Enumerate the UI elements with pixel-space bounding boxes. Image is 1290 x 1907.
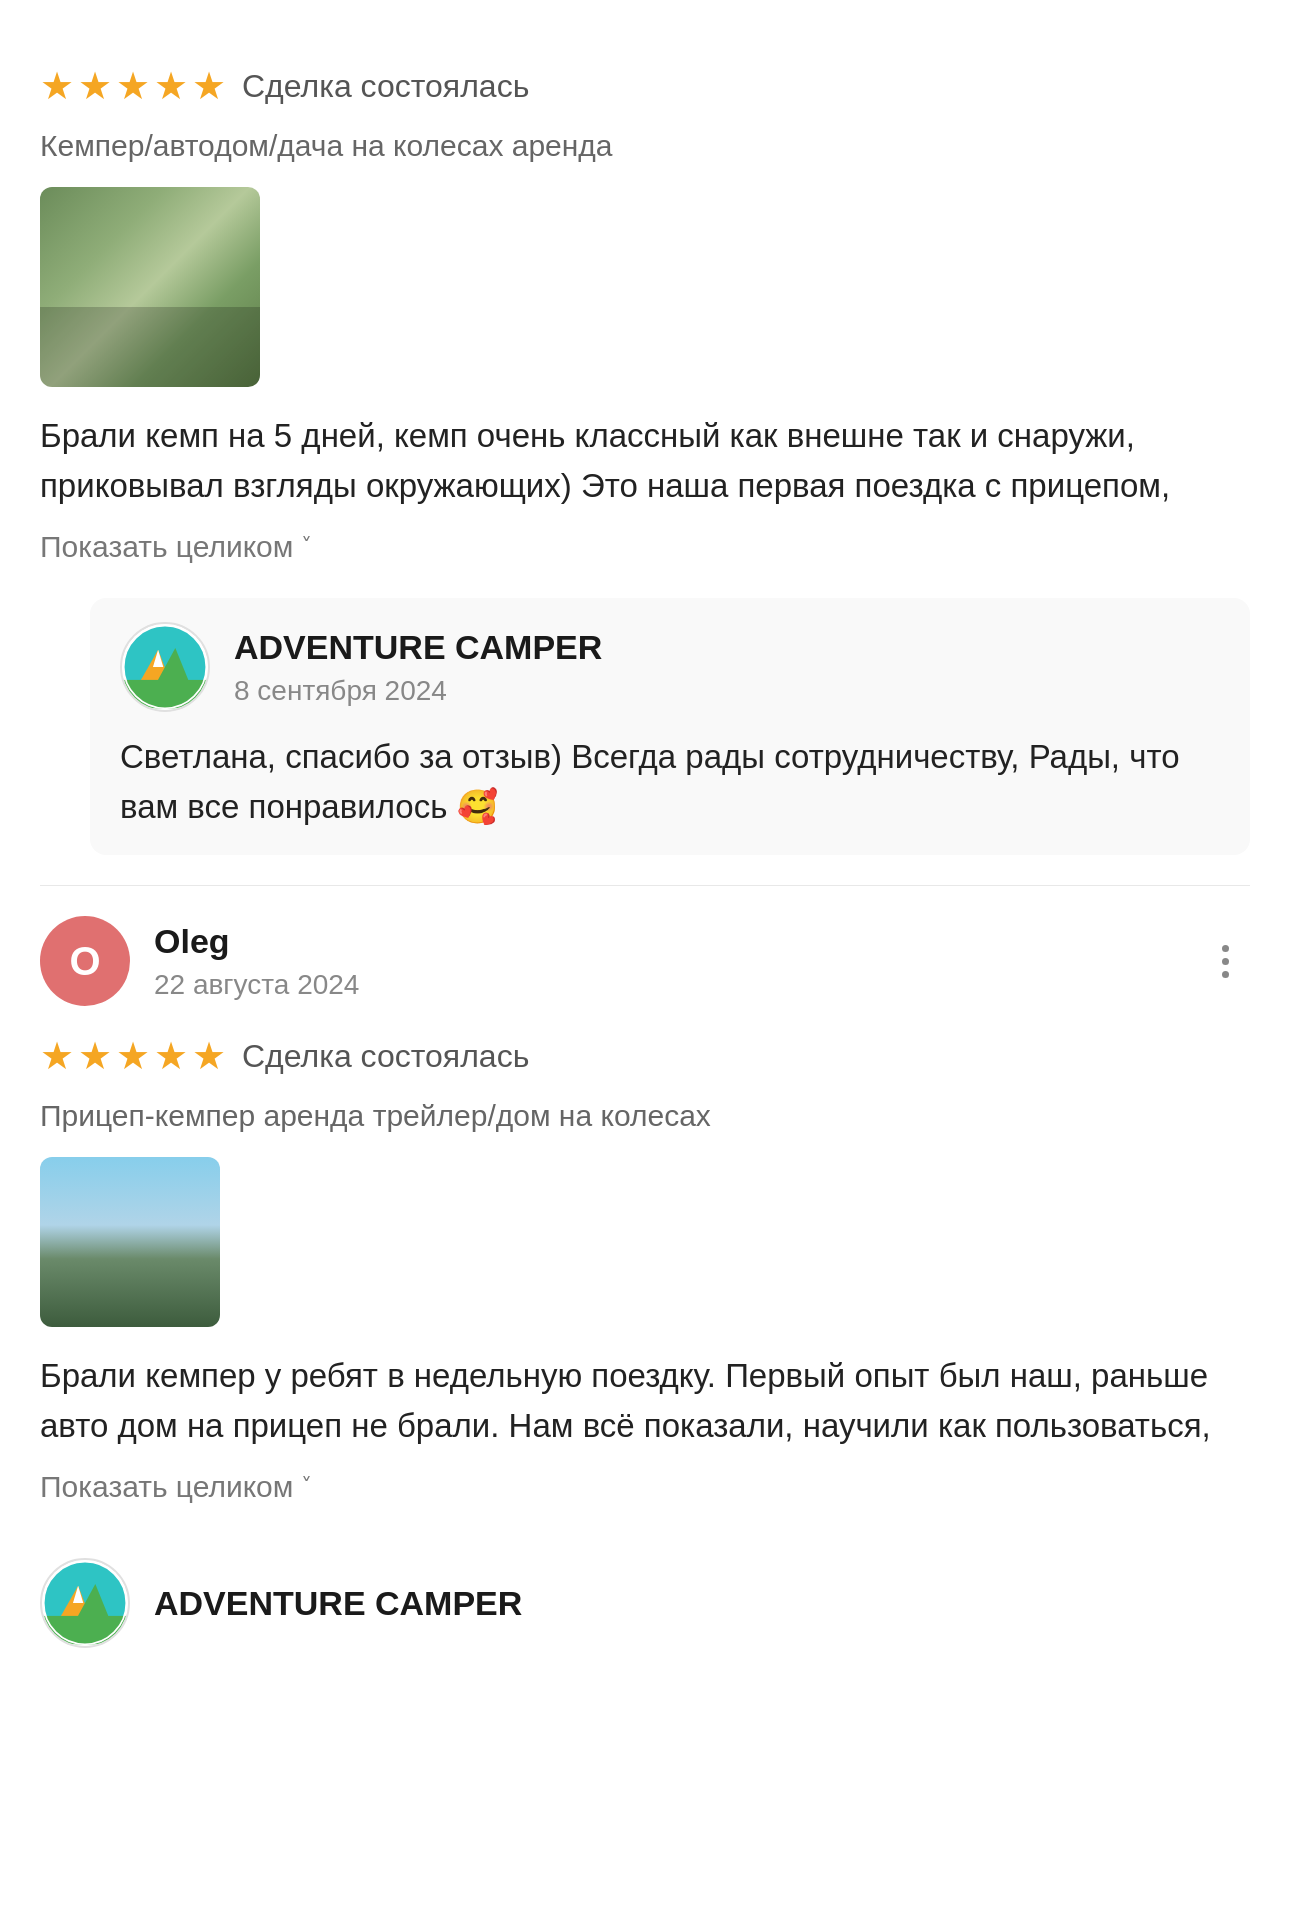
show-more-2[interactable]: Показать целиком ˅ <box>40 1466 1250 1508</box>
dot-3 <box>1222 971 1229 978</box>
deal-status-2: Сделка состоялась <box>242 1034 529 1079</box>
dot-1 <box>1222 945 1229 952</box>
page-container: ★ ★ ★ ★ ★ Сделка состоялась Кемпер/автод… <box>0 0 1290 1708</box>
review-block-2: O Oleg 22 августа 2024 ★ ★ ★ ★ ★ Сделка … <box>40 886 1250 1678</box>
response-name-block-1: ADVENTURE CAMPER 8 сентября 2024 <box>234 624 602 711</box>
reviewer-header-2: O Oleg 22 августа 2024 <box>40 916 1250 1006</box>
dot-2 <box>1222 958 1229 965</box>
service-name-1: Кемпер/автодом/дача на колесах аренда <box>40 125 1250 167</box>
adventure-camper-avatar-1 <box>120 622 210 712</box>
star-1: ★ <box>40 60 74 113</box>
stars-2: ★ ★ ★ ★ ★ <box>40 1030 226 1083</box>
response-text-1: Светлана, спасибо за отзыв) Всегда рады … <box>120 732 1220 831</box>
response-header-1: ADVENTURE CAMPER 8 сентября 2024 <box>120 622 1220 712</box>
stars-1: ★ ★ ★ ★ ★ <box>40 60 226 113</box>
star-2-4: ★ <box>154 1030 188 1083</box>
reviewer-info-2: Oleg 22 августа 2024 <box>154 918 1176 1005</box>
star-2: ★ <box>78 60 112 113</box>
stars-row-1: ★ ★ ★ ★ ★ Сделка состоялась <box>40 60 1250 113</box>
show-more-1[interactable]: Показать целиком ˅ <box>40 526 1250 568</box>
review-photo-2 <box>40 1157 220 1327</box>
adventure-camper-avatar-2 <box>40 1558 130 1648</box>
deal-status-1: Сделка состоялась <box>242 64 529 109</box>
star-2-3: ★ <box>116 1030 150 1083</box>
star-2-2: ★ <box>78 1030 112 1083</box>
review-photo-1 <box>40 187 260 387</box>
star-5: ★ <box>192 60 226 113</box>
star-4: ★ <box>154 60 188 113</box>
partial-response-header: ADVENTURE CAMPER <box>40 1538 1250 1648</box>
service-name-2: Прицеп-кемпер аренда трейлер/дом на коле… <box>40 1095 1250 1137</box>
show-more-label-2: Показать целиком <box>40 1466 293 1508</box>
reviewer-initial-2: O <box>69 933 100 989</box>
more-options-button-2[interactable] <box>1200 936 1250 986</box>
review-block-1: ★ ★ ★ ★ ★ Сделка состоялась Кемпер/автод… <box>40 30 1250 886</box>
star-3: ★ <box>116 60 150 113</box>
star-2-5: ★ <box>192 1030 226 1083</box>
show-more-label-1: Показать целиком <box>40 526 293 568</box>
reviewer-date-2: 22 августа 2024 <box>154 965 1176 1004</box>
response-date-1: 8 сентября 2024 <box>234 671 602 710</box>
star-2-1: ★ <box>40 1030 74 1083</box>
svg-rect-5 <box>124 680 207 708</box>
response-name-1: ADVENTURE CAMPER <box>234 624 602 672</box>
reviewer-name-2: Oleg <box>154 918 1176 966</box>
review-text-2: Брали кемпер у ребят в недельную поездку… <box>40 1351 1250 1450</box>
review-text-1: Брали кемп на 5 дней, кемп очень классны… <box>40 411 1250 510</box>
chevron-down-icon-1: ˅ <box>301 532 312 563</box>
chevron-down-icon-2: ˅ <box>301 1472 312 1503</box>
stars-row-2: ★ ★ ★ ★ ★ Сделка состоялась <box>40 1030 1250 1083</box>
response-name-2: ADVENTURE CAMPER <box>154 1580 522 1628</box>
response-block-1: ADVENTURE CAMPER 8 сентября 2024 Светлан… <box>90 598 1250 855</box>
svg-rect-12 <box>44 1616 127 1644</box>
reviewer-avatar-2: O <box>40 916 130 1006</box>
response-name-block-2: ADVENTURE CAMPER <box>154 1580 522 1628</box>
